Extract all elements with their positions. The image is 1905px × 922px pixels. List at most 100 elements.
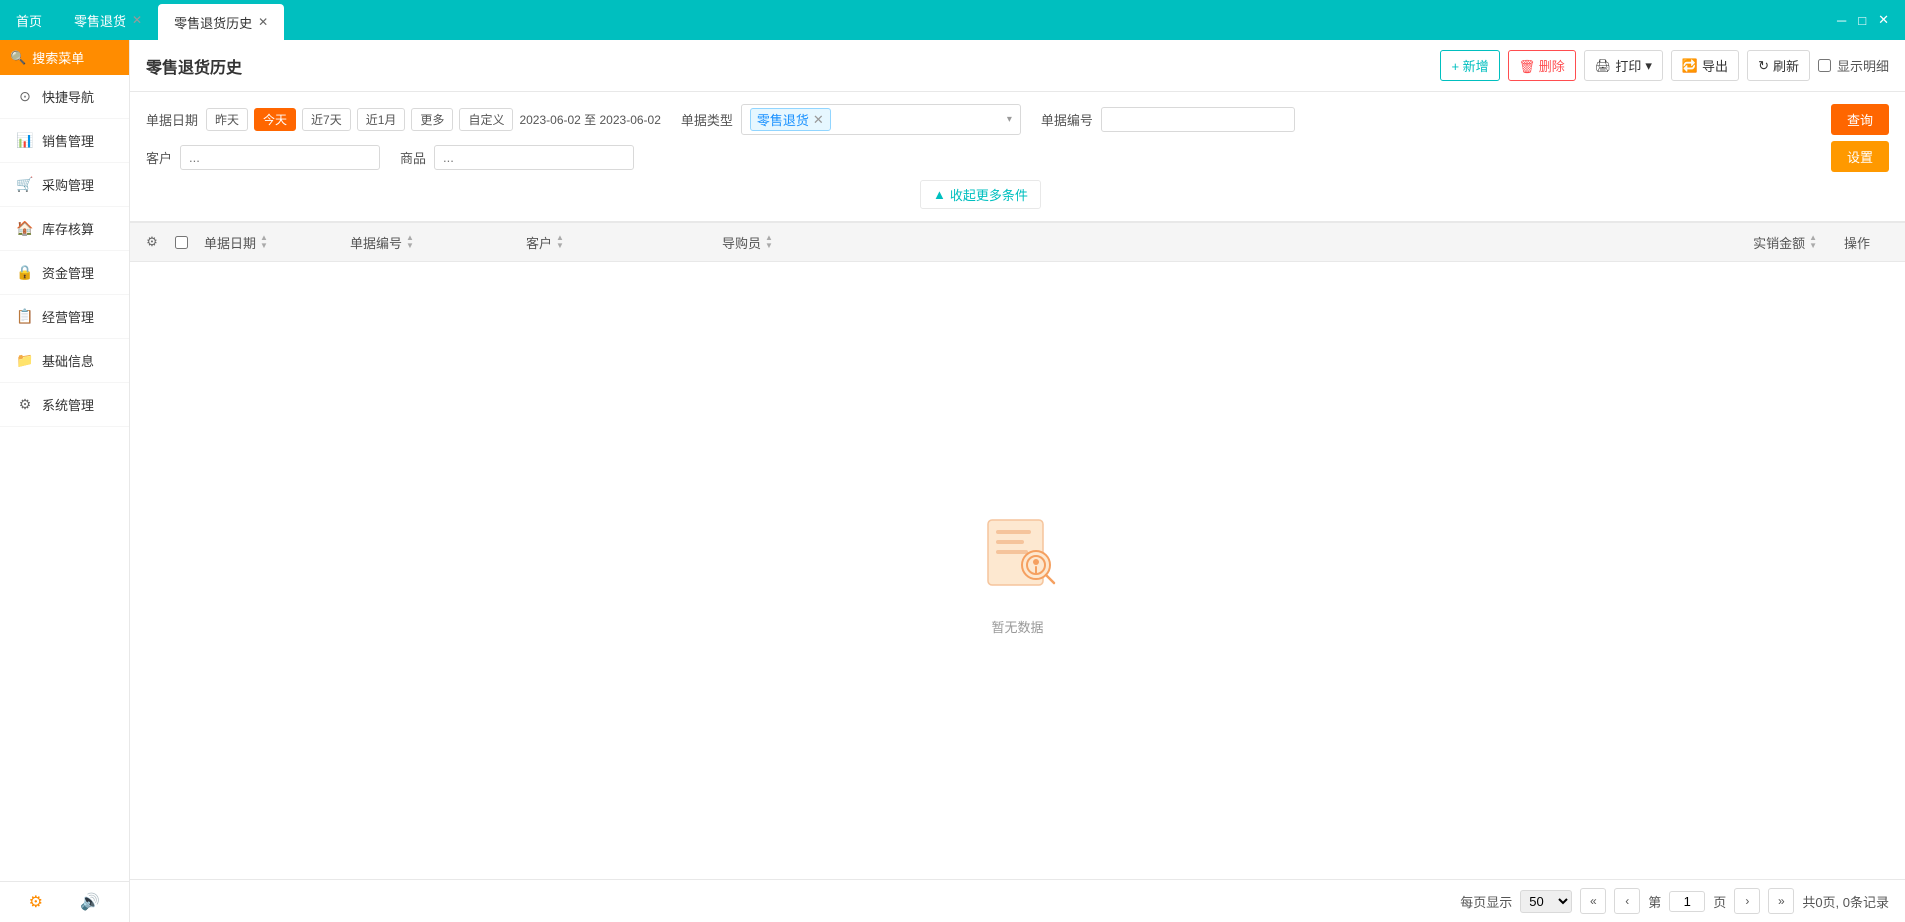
collapse-icon: ▲ xyxy=(933,187,946,202)
page-header: 零售退货历史 + 新增 🗑 删除 🖨 打印 ▾ 🔁 导出 ↻ 刷新 xyxy=(130,40,1905,92)
inventory-icon: 🏠 xyxy=(16,220,34,238)
settings-gear-icon[interactable]: ⚙ xyxy=(29,892,43,912)
export-button[interactable]: 🔁 导出 xyxy=(1671,50,1739,81)
volume-icon[interactable]: 🔊 xyxy=(80,892,100,912)
th-date[interactable]: 单据日期 ▲▼ xyxy=(204,233,334,252)
th-number-label: 单据编号 xyxy=(350,233,402,252)
toolbar: + 新增 🗑 删除 🖨 打印 ▾ 🔁 导出 ↻ 刷新 显示明细 xyxy=(1440,50,1889,81)
minimize-icon[interactable]: ─ xyxy=(1837,13,1846,28)
collapse-button[interactable]: ▲ 收起更多条件 xyxy=(920,180,1041,209)
th-customer-label: 客户 xyxy=(526,233,552,252)
sidebar-item-finance[interactable]: 🔒 资金管理 xyxy=(0,251,129,295)
display-detail-label: 显示明细 xyxy=(1837,56,1889,75)
sidebar-item-label: 快捷导航 xyxy=(42,87,94,106)
sidebar-item-system[interactable]: ⚙ 系统管理 xyxy=(0,383,129,427)
print-button[interactable]: 🖨 打印 ▾ xyxy=(1584,50,1663,81)
table-header: ⚙ 单据日期 ▲▼ 单据编号 ▲▼ 客户 ▲▼ 导购员 xyxy=(130,222,1905,262)
maximize-icon[interactable]: □ xyxy=(1858,13,1866,28)
per-page-select[interactable]: 50 10 20 100 xyxy=(1520,890,1572,913)
first-page-button[interactable]: « xyxy=(1580,888,1606,914)
date-filter-buttons: 昨天 今天 近7天 近1月 更多 自定义 2023-06-02 至 2023-0… xyxy=(206,108,661,131)
goods-input[interactable] xyxy=(434,145,634,170)
tab-retail-return[interactable]: 零售退货 ✕ xyxy=(58,0,158,40)
next-page-button[interactable]: › xyxy=(1734,888,1760,914)
delete-button[interactable]: 🗑 删除 xyxy=(1508,50,1576,81)
sidebar-item-label: 经营管理 xyxy=(42,307,94,326)
page-number-input[interactable] xyxy=(1669,891,1705,912)
date-btn-yesterday[interactable]: 昨天 xyxy=(206,108,248,131)
window-controls: ─ □ ✕ xyxy=(1821,12,1905,28)
page-label: 第 xyxy=(1648,892,1661,911)
doctype-tag-remove[interactable]: ✕ xyxy=(813,112,824,128)
new-button[interactable]: + 新增 xyxy=(1440,50,1499,81)
quick-nav-icon: ⊙ xyxy=(16,88,34,106)
retail-return-close-icon[interactable]: ✕ xyxy=(132,13,142,27)
prev-page-button[interactable]: ‹ xyxy=(1614,888,1640,914)
refresh-icon: ↻ xyxy=(1758,58,1769,74)
display-detail-checkbox[interactable] xyxy=(1818,59,1831,72)
th-number[interactable]: 单据编号 ▲▼ xyxy=(350,233,510,252)
filter-row-2: 客户 商品 xyxy=(146,145,1815,170)
query-button[interactable]: 查询 xyxy=(1831,104,1889,135)
doctype-tag: 零售退货 ✕ xyxy=(750,108,831,131)
sidebar-item-quick-nav[interactable]: ⊙ 快捷导航 xyxy=(0,75,129,119)
basic-info-icon: 📁 xyxy=(16,352,34,370)
display-detail-checkbox-area: 显示明细 xyxy=(1818,56,1889,75)
sidebar-search[interactable]: 🔍 搜索菜单 xyxy=(0,40,129,75)
sidebar-item-purchase[interactable]: 🛒 采购管理 xyxy=(0,163,129,207)
sidebar-item-inventory[interactable]: 🏠 库存核算 xyxy=(0,207,129,251)
date-btn-custom[interactable]: 自定义 xyxy=(459,108,513,131)
date-sort-icon: ▲▼ xyxy=(260,234,268,250)
th-amount[interactable]: 实销金额 ▲▼ xyxy=(842,233,1817,252)
refresh-button[interactable]: ↻ 刷新 xyxy=(1747,50,1810,81)
sales-icon: 📊 xyxy=(16,132,34,150)
date-btn-more[interactable]: 更多 xyxy=(411,108,453,131)
search-icon: 🔍 xyxy=(10,50,26,66)
select-all-checkbox[interactable] xyxy=(175,236,188,249)
date-btn-7days[interactable]: 近7天 xyxy=(302,108,351,131)
per-page-label: 每页显示 xyxy=(1460,892,1512,911)
tab-home[interactable]: 首页 xyxy=(0,0,58,40)
sidebar-item-basic-info[interactable]: 📁 基础信息 xyxy=(0,339,129,383)
filter-docnumber-item: 单据编号 xyxy=(1041,107,1295,132)
sidebar-item-operation[interactable]: 📋 经营管理 xyxy=(0,295,129,339)
filter-row-1: 单据日期 昨天 今天 近7天 近1月 更多 自定义 2023-06-02 至 2… xyxy=(146,104,1815,135)
retail-return-tab-label: 零售退货 xyxy=(74,11,126,30)
table-container: ⚙ 单据日期 ▲▼ 单据编号 ▲▼ 客户 ▲▼ 导购员 xyxy=(130,222,1905,922)
purchase-icon: 🛒 xyxy=(16,176,34,194)
sidebar-item-label: 销售管理 xyxy=(42,131,94,150)
print-label: 打印 xyxy=(1615,56,1641,75)
print-icon: 🖨 xyxy=(1595,58,1612,74)
guide-sort-icon: ▲▼ xyxy=(765,234,773,250)
date-btn-today[interactable]: 今天 xyxy=(254,108,296,131)
sidebar-item-label: 库存核算 xyxy=(42,219,94,238)
doctype-select-wrapper[interactable]: 零售退货 ✕ ▾ xyxy=(741,104,1021,135)
content-area: 零售退货历史 + 新增 🗑 删除 🖨 打印 ▾ 🔁 导出 ↻ 刷新 xyxy=(130,40,1905,922)
empty-icon xyxy=(968,505,1068,605)
th-amount-label: 实销金额 xyxy=(1753,233,1805,252)
th-customer[interactable]: 客户 ▲▼ xyxy=(526,233,706,252)
tab-retail-return-history[interactable]: 零售退货历史 ✕ xyxy=(158,4,284,40)
empty-state: 暂无数据 xyxy=(130,262,1905,879)
collapse-label: 收起更多条件 xyxy=(950,185,1028,204)
operation-icon: 📋 xyxy=(16,308,34,326)
customer-input[interactable] xyxy=(180,145,380,170)
date-btn-1month[interactable]: 近1月 xyxy=(357,108,406,131)
pagination: 每页显示 50 10 20 100 « ‹ 第 页 › » 共0页, 0条记录 xyxy=(130,879,1905,922)
customer-sort-icon: ▲▼ xyxy=(556,234,564,250)
last-page-button[interactable]: » xyxy=(1768,888,1794,914)
number-sort-icon: ▲▼ xyxy=(406,234,414,250)
th-guide[interactable]: 导购员 ▲▼ xyxy=(722,233,842,252)
doctype-tag-value: 零售退货 xyxy=(757,110,809,129)
sidebar-nav: ⊙ 快捷导航 📊 销售管理 🛒 采购管理 🏠 库存核算 🔒 资金管理 📋 xyxy=(0,75,129,881)
close-window-icon[interactable]: ✕ xyxy=(1878,12,1889,28)
retail-return-history-close-icon[interactable]: ✕ xyxy=(258,15,268,29)
th-action: 操作 xyxy=(1817,233,1897,252)
table-settings-icon[interactable]: ⚙ xyxy=(138,234,166,250)
filter-customer-item: 客户 xyxy=(146,145,380,170)
top-bar: 首页 零售退货 ✕ 零售退货历史 ✕ ─ □ ✕ xyxy=(0,0,1905,40)
docnumber-input[interactable] xyxy=(1101,107,1295,132)
sidebar-item-sales[interactable]: 📊 销售管理 xyxy=(0,119,129,163)
settings-button[interactable]: 设置 xyxy=(1831,141,1889,172)
export-icon: 🔁 xyxy=(1682,58,1698,74)
